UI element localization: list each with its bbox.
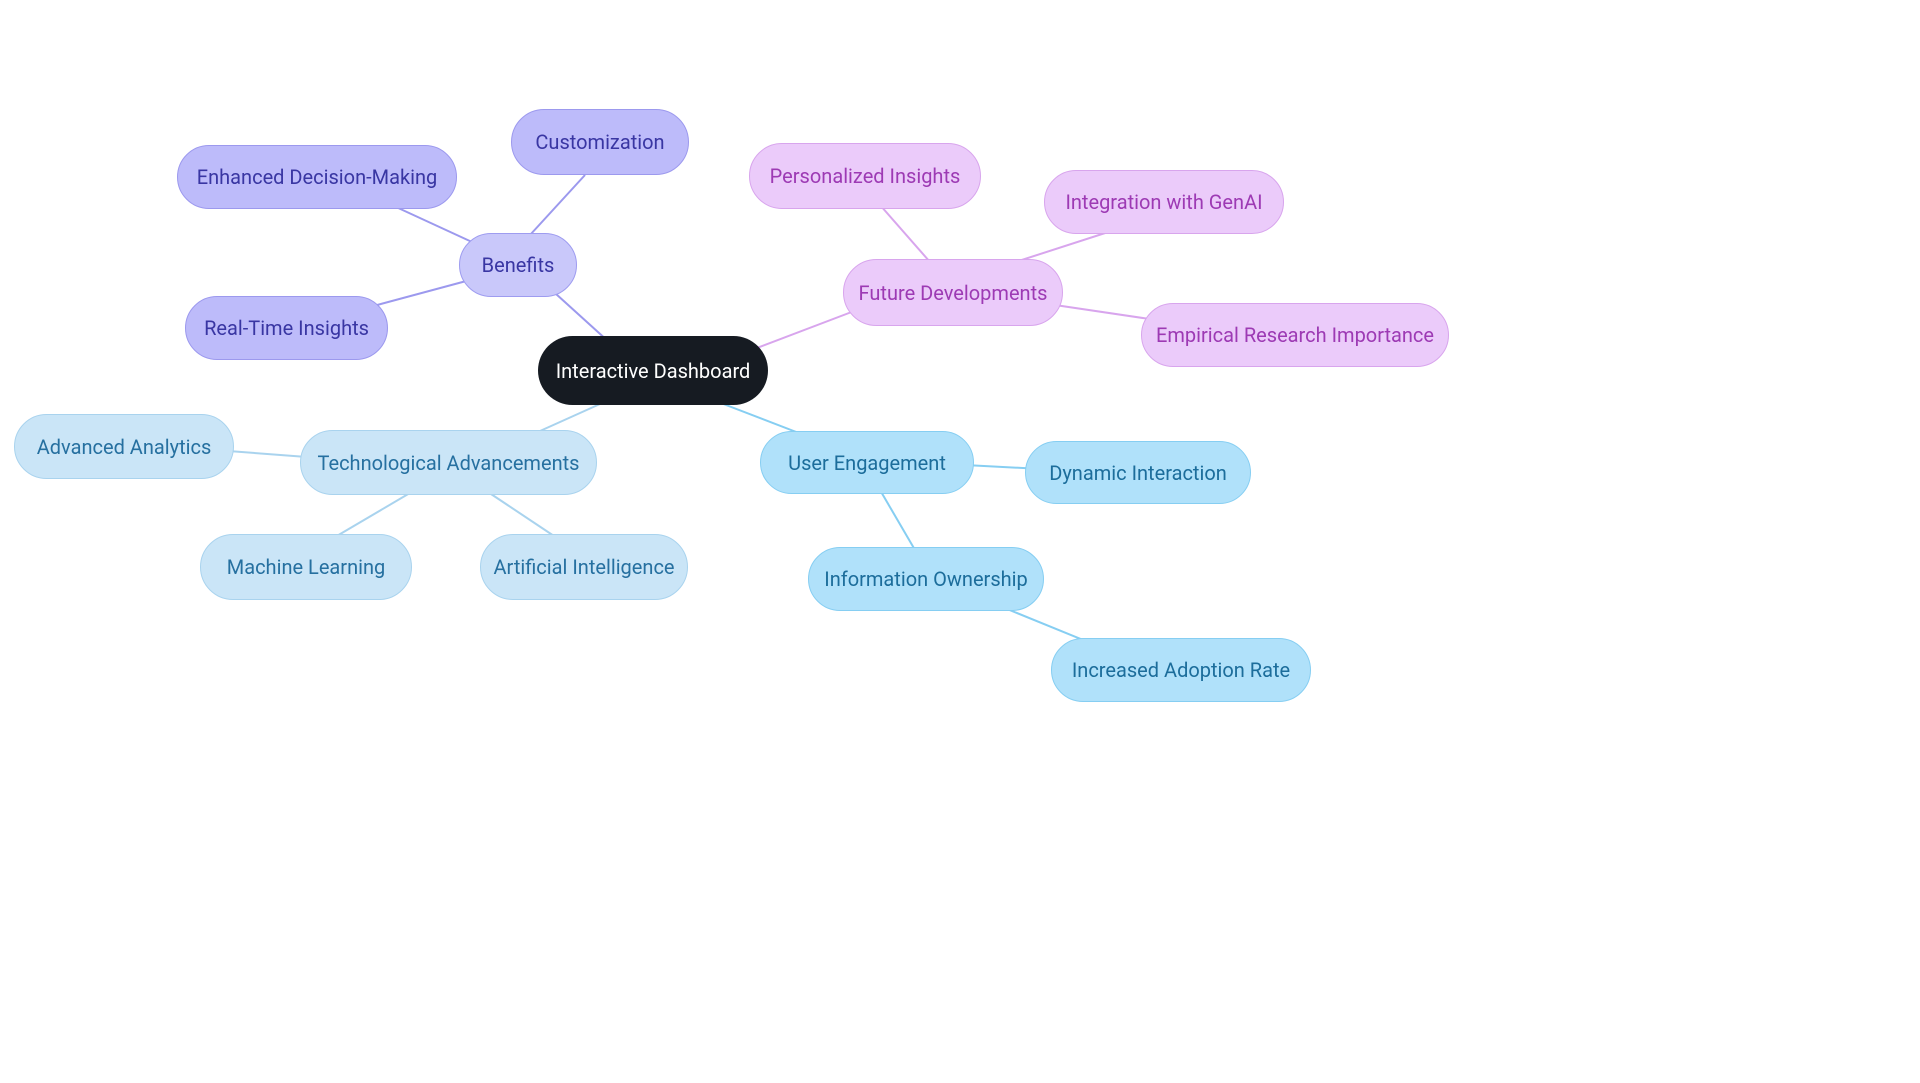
leaf-realtime[interactable]: Real-Time Insights [185,296,388,360]
leaf-ownership-label: Information Ownership [824,567,1028,591]
branch-engagement[interactable]: User Engagement [760,431,974,494]
center-label: Interactive Dashboard [556,359,751,383]
leaf-dynamic-label: Dynamic Interaction [1049,461,1227,485]
leaf-realtime-label: Real-Time Insights [204,316,369,340]
branch-engagement-label: User Engagement [788,451,946,475]
branch-benefits-label: Benefits [482,253,555,277]
branch-future[interactable]: Future Developments [843,259,1063,326]
leaf-personalized[interactable]: Personalized Insights [749,143,981,209]
center-node[interactable]: Interactive Dashboard [538,336,768,405]
leaf-analytics-label: Advanced Analytics [37,435,212,459]
leaf-custom-label: Customization [535,130,664,154]
leaf-analytics[interactable]: Advanced Analytics [14,414,234,479]
leaf-genai-label: Integration with GenAI [1065,190,1262,214]
leaf-genai[interactable]: Integration with GenAI [1044,170,1284,234]
leaf-ml-label: Machine Learning [227,555,386,579]
leaf-adoption-label: Increased Adoption Rate [1072,658,1290,682]
leaf-adoption[interactable]: Increased Adoption Rate [1051,638,1311,702]
edge-future-personalized [880,205,930,262]
branch-tech[interactable]: Technological Advancements [300,430,597,495]
leaf-ownership[interactable]: Information Ownership [808,547,1044,611]
leaf-empirical[interactable]: Empirical Research Importance [1141,303,1449,367]
edge-benefits-custom [530,175,585,235]
edge-engagement-ownership [880,490,915,550]
leaf-ai-label: Artificial Intelligence [494,555,675,579]
branch-tech-label: Technological Advancements [318,451,580,475]
leaf-enhanced-label: Enhanced Decision-Making [197,165,438,189]
leaf-ai[interactable]: Artificial Intelligence [480,534,688,600]
leaf-dynamic[interactable]: Dynamic Interaction [1025,441,1251,504]
leaf-custom[interactable]: Customization [511,109,689,175]
leaf-empirical-label: Empirical Research Importance [1156,323,1434,347]
edge-tech-ml [330,490,415,540]
leaf-ml[interactable]: Machine Learning [200,534,412,600]
leaf-personalized-label: Personalized Insights [770,164,961,188]
leaf-enhanced[interactable]: Enhanced Decision-Making [177,145,457,209]
branch-future-label: Future Developments [859,281,1048,305]
edge-tech-ai [485,490,560,540]
branch-benefits[interactable]: Benefits [459,233,577,297]
